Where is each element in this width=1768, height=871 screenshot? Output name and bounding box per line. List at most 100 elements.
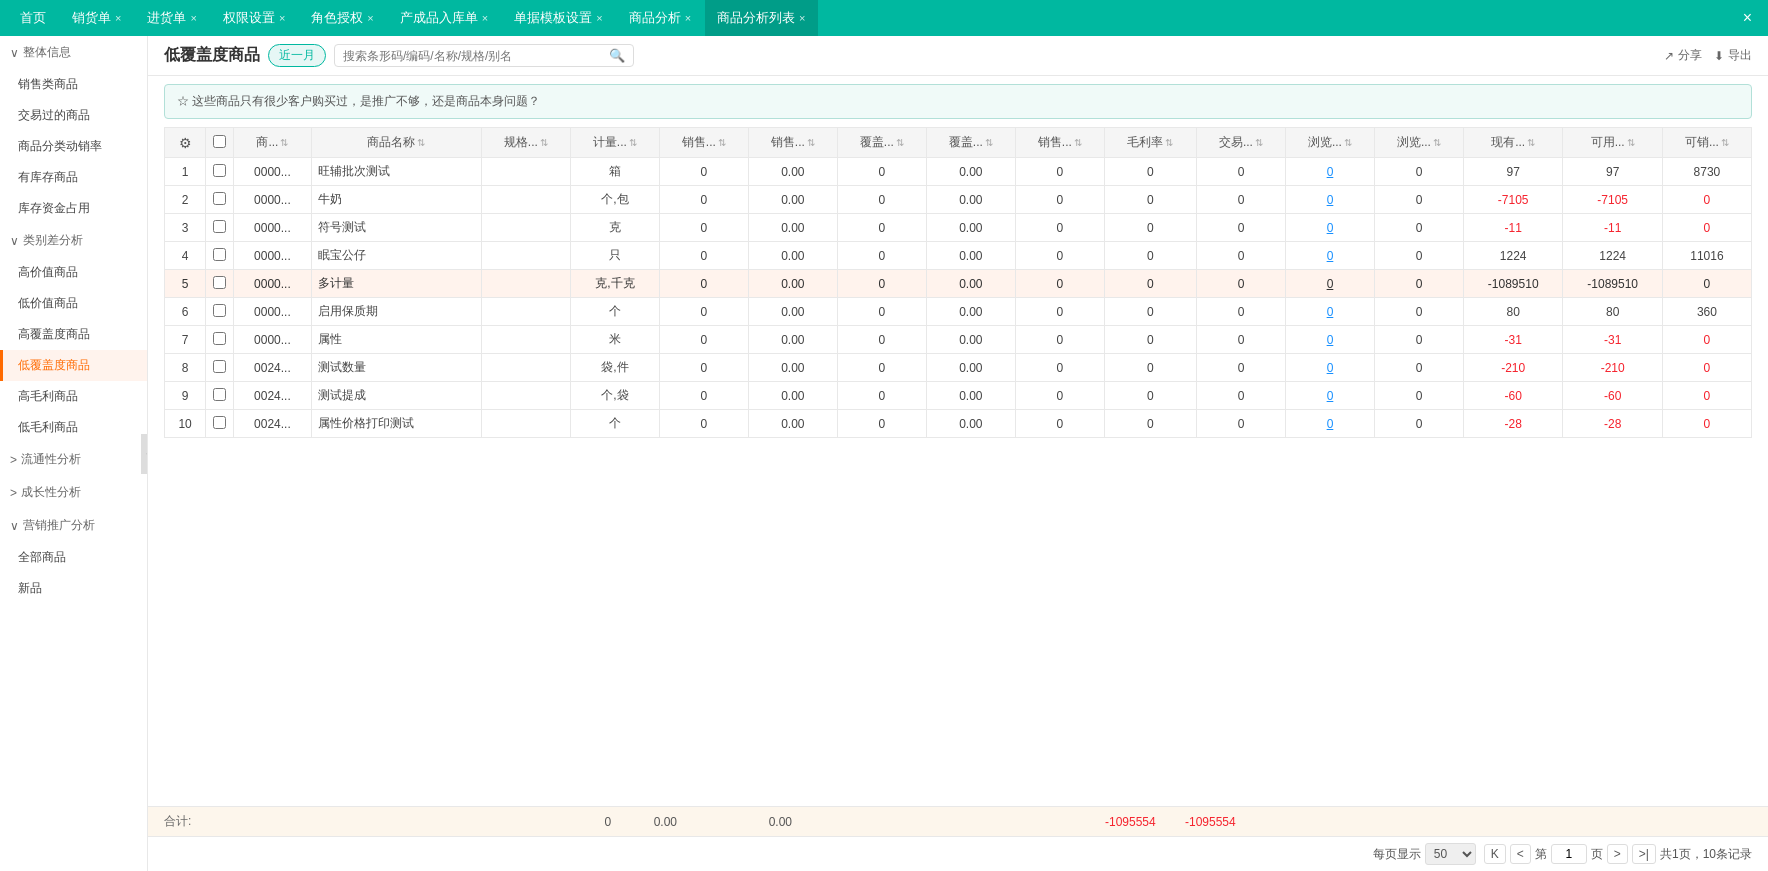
row-checkbox-9[interactable] — [206, 382, 234, 410]
row-checkbox-3[interactable] — [206, 214, 234, 242]
th-sales-amt[interactable]: 销售...⇅ — [748, 128, 837, 158]
sidebar-section-overall[interactable]: ∨ 整体信息 — [0, 36, 147, 69]
row-browse1-2[interactable]: 0 — [1285, 186, 1374, 214]
sidebar-item-stock-capital[interactable]: 库存资金占用 — [0, 193, 147, 224]
th-cov2[interactable]: 覆盖...⇅ — [926, 128, 1015, 158]
sort-icon[interactable]: ⇅ — [1074, 137, 1082, 148]
sidebar-item-stock-goods[interactable]: 有库存商品 — [0, 162, 147, 193]
select-all-checkbox[interactable] — [213, 135, 226, 148]
row-browse1-6[interactable]: 0 — [1285, 298, 1374, 326]
row-browse1-9[interactable]: 0 — [1285, 382, 1374, 410]
export-button[interactable]: ⬇ 导出 — [1714, 47, 1752, 64]
th-browse2[interactable]: 浏览...⇅ — [1374, 128, 1463, 158]
row-checkbox-1[interactable] — [206, 158, 234, 186]
close-icon[interactable]: × — [367, 12, 373, 24]
share-button[interactable]: ↗ 分享 — [1664, 47, 1702, 64]
row-checkbox-6[interactable] — [206, 298, 234, 326]
nav-tab-template[interactable]: 单据模板设置 × — [502, 0, 614, 36]
sidebar-item-high-value[interactable]: 高价值商品 — [0, 257, 147, 288]
row-browse1-4[interactable]: 0 — [1285, 242, 1374, 270]
th-name[interactable]: 商品名称⇅ — [311, 128, 481, 158]
row-checkbox-4[interactable] — [206, 242, 234, 270]
current-page-input[interactable] — [1551, 844, 1587, 864]
close-icon[interactable]: × — [190, 12, 196, 24]
sidebar-item-traded-goods[interactable]: 交易过的商品 — [0, 100, 147, 131]
sidebar-item-low-value[interactable]: 低价值商品 — [0, 288, 147, 319]
last-page-button[interactable]: >| — [1632, 844, 1656, 864]
nav-tab-permissions[interactable]: 权限设置 × — [211, 0, 297, 36]
row-browse1-1[interactable]: 0 — [1285, 158, 1374, 186]
next-page-button[interactable]: > — [1607, 844, 1628, 864]
sidebar-section-liquidity[interactable]: > 流通性分析 — [0, 443, 147, 476]
table-container[interactable]: ⚙ 商...⇅ 商品名称⇅ 规格...⇅ 计量...⇅ 销售...⇅ 销售...… — [148, 127, 1768, 806]
sort-icon[interactable]: ⇅ — [896, 137, 904, 148]
th-sellable[interactable]: 可销...⇅ — [1662, 128, 1751, 158]
th-current-stock[interactable]: 现有...⇅ — [1463, 128, 1562, 158]
nav-tab-goods-analysis[interactable]: 商品分析 × — [617, 0, 703, 36]
th-code[interactable]: 商...⇅ — [234, 128, 312, 158]
sidebar-item-low-margin[interactable]: 低毛利商品 — [0, 412, 147, 443]
prev-page-button[interactable]: < — [1510, 844, 1531, 864]
per-page-select[interactable]: 50 10 20 100 — [1425, 843, 1476, 865]
time-filter-button[interactable]: 近一月 — [268, 44, 326, 67]
nav-tab-goods-analysis-list[interactable]: 商品分析列表 × — [705, 0, 817, 36]
sidebar-item-high-coverage[interactable]: 高覆盖度商品 — [0, 319, 147, 350]
sidebar-item-sales-goods[interactable]: 销售类商品 — [0, 69, 147, 100]
row-checkbox-10[interactable] — [206, 410, 234, 438]
row-checkbox-5[interactable] — [206, 270, 234, 298]
settings-icon[interactable]: ⚙ — [179, 135, 192, 151]
sort-icon[interactable]: ⇅ — [540, 137, 548, 148]
sort-icon[interactable]: ⇅ — [629, 137, 637, 148]
sidebar-section-marketing[interactable]: ∨ 营销推广分析 — [0, 509, 147, 542]
sort-icon[interactable]: ⇅ — [280, 137, 288, 148]
sidebar-section-growth[interactable]: > 成长性分析 — [0, 476, 147, 509]
close-icon[interactable]: × — [799, 12, 805, 24]
th-trade[interactable]: 交易...⇅ — [1196, 128, 1285, 158]
close-icon[interactable]: × — [115, 12, 121, 24]
th-spec[interactable]: 规格...⇅ — [481, 128, 570, 158]
nav-tab-home[interactable]: 首页 — [8, 0, 58, 36]
sort-icon[interactable]: ⇅ — [1165, 137, 1173, 148]
search-input[interactable] — [343, 49, 605, 63]
sidebar-collapse-button[interactable]: « — [141, 434, 148, 474]
sidebar-item-high-margin[interactable]: 高毛利商品 — [0, 381, 147, 412]
row-checkbox-2[interactable] — [206, 186, 234, 214]
sort-icon[interactable]: ⇅ — [1627, 137, 1635, 148]
sort-icon[interactable]: ⇅ — [1527, 137, 1535, 148]
row-browse1-10[interactable]: 0 — [1285, 410, 1374, 438]
sort-icon[interactable]: ⇅ — [985, 137, 993, 148]
first-page-button[interactable]: K — [1484, 844, 1506, 864]
sidebar-item-category-rate[interactable]: 商品分类动销率 — [0, 131, 147, 162]
th-cov1[interactable]: 覆盖...⇅ — [837, 128, 926, 158]
sidebar-item-low-coverage[interactable]: 低覆盖度商品 — [0, 350, 147, 381]
nav-tab-salesorder[interactable]: 销货单 × — [60, 0, 133, 36]
close-icon[interactable]: × — [482, 12, 488, 24]
row-browse1-5[interactable]: 0 — [1285, 270, 1374, 298]
row-browse1-7[interactable]: 0 — [1285, 326, 1374, 354]
close-icon[interactable]: × — [685, 12, 691, 24]
sort-icon[interactable]: ⇅ — [1344, 137, 1352, 148]
sidebar-item-all-goods[interactable]: 全部商品 — [0, 542, 147, 573]
sort-icon[interactable]: ⇅ — [1255, 137, 1263, 148]
th-unit[interactable]: 计量...⇅ — [570, 128, 659, 158]
row-browse1-8[interactable]: 0 — [1285, 354, 1374, 382]
th-sales3[interactable]: 销售...⇅ — [1015, 128, 1104, 158]
nav-tab-production[interactable]: 产成品入库单 × — [388, 0, 500, 36]
th-gross-margin[interactable]: 毛利率⇅ — [1104, 128, 1196, 158]
th-gear[interactable]: ⚙ — [165, 128, 206, 158]
window-close-button[interactable]: × — [1735, 9, 1760, 27]
th-sales-qty[interactable]: 销售...⇅ — [659, 128, 748, 158]
th-checkbox[interactable] — [206, 128, 234, 158]
nav-tab-purchase[interactable]: 进货单 × — [135, 0, 208, 36]
sort-icon[interactable]: ⇅ — [1433, 137, 1441, 148]
sort-icon[interactable]: ⇅ — [417, 137, 425, 148]
th-available[interactable]: 可用...⇅ — [1563, 128, 1662, 158]
row-checkbox-8[interactable] — [206, 354, 234, 382]
sort-icon[interactable]: ⇅ — [1721, 137, 1729, 148]
sidebar-section-category[interactable]: ∨ 类别差分析 — [0, 224, 147, 257]
row-checkbox-7[interactable] — [206, 326, 234, 354]
th-browse1[interactable]: 浏览...⇅ — [1285, 128, 1374, 158]
close-icon[interactable]: × — [596, 12, 602, 24]
nav-tab-roles[interactable]: 角色授权 × — [299, 0, 385, 36]
sidebar-item-new-goods[interactable]: 新品 — [0, 573, 147, 604]
